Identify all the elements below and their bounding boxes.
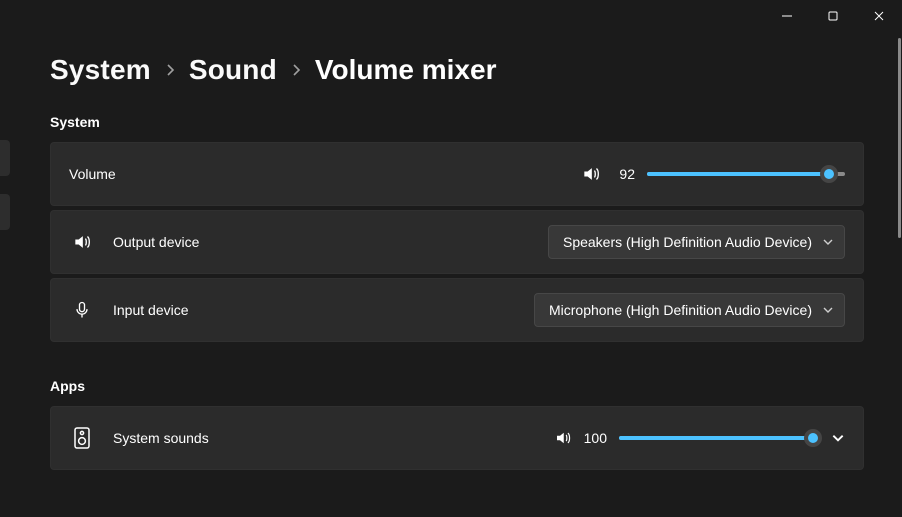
cutoff-row bbox=[50, 494, 864, 508]
close-button[interactable] bbox=[856, 0, 902, 32]
volume-card: Volume 92 bbox=[50, 142, 864, 206]
chevron-down-icon bbox=[822, 304, 834, 316]
volume-label: Volume bbox=[69, 166, 116, 182]
volume-slider[interactable] bbox=[647, 164, 845, 184]
chevron-right-icon bbox=[291, 63, 301, 77]
breadcrumb-system-link[interactable]: System bbox=[50, 54, 151, 86]
breadcrumb: System Sound Volume mixer bbox=[50, 54, 864, 86]
section-title-system: System bbox=[50, 114, 864, 130]
volume-value: 92 bbox=[613, 166, 635, 182]
system-sounds-slider[interactable] bbox=[619, 428, 817, 448]
output-device-card: Output device Speakers (High Definition … bbox=[50, 210, 864, 274]
settings-window: System Sound Volume mixer System Volume bbox=[0, 0, 902, 517]
content-pane: System Sound Volume mixer System Volume bbox=[0, 32, 902, 508]
microphone-icon bbox=[69, 300, 95, 320]
system-sounds-value: 100 bbox=[584, 430, 607, 446]
minimize-button[interactable] bbox=[764, 0, 810, 32]
nav-sliver bbox=[0, 140, 10, 248]
maximize-button[interactable] bbox=[810, 0, 856, 32]
input-device-selected: Microphone (High Definition Audio Device… bbox=[549, 302, 812, 318]
scrollbar[interactable] bbox=[896, 32, 902, 492]
speaker-icon bbox=[69, 232, 95, 252]
nav-sliver-item[interactable] bbox=[0, 140, 10, 176]
output-device-selected: Speakers (High Definition Audio Device) bbox=[563, 234, 812, 250]
breadcrumb-current: Volume mixer bbox=[315, 54, 497, 86]
system-sounds-card: System sounds 100 bbox=[50, 406, 864, 470]
speaker-icon[interactable] bbox=[554, 429, 572, 447]
section-title-apps: Apps bbox=[50, 378, 864, 394]
input-device-card: Input device Microphone (High Definition… bbox=[50, 278, 864, 342]
output-device-select[interactable]: Speakers (High Definition Audio Device) bbox=[548, 225, 845, 259]
nav-sliver-item[interactable] bbox=[0, 194, 10, 230]
titlebar bbox=[0, 0, 902, 32]
scrollbar-thumb[interactable] bbox=[898, 38, 901, 238]
expand-button[interactable] bbox=[831, 431, 845, 445]
input-device-select[interactable]: Microphone (High Definition Audio Device… bbox=[534, 293, 845, 327]
system-sounds-label: System sounds bbox=[113, 430, 209, 446]
chevron-down-icon bbox=[822, 236, 834, 248]
output-device-label: Output device bbox=[113, 234, 199, 250]
speaker-device-icon bbox=[69, 427, 95, 449]
input-device-label: Input device bbox=[113, 302, 189, 318]
speaker-icon[interactable] bbox=[581, 164, 601, 184]
breadcrumb-sound-link[interactable]: Sound bbox=[189, 54, 277, 86]
chevron-right-icon bbox=[165, 63, 175, 77]
